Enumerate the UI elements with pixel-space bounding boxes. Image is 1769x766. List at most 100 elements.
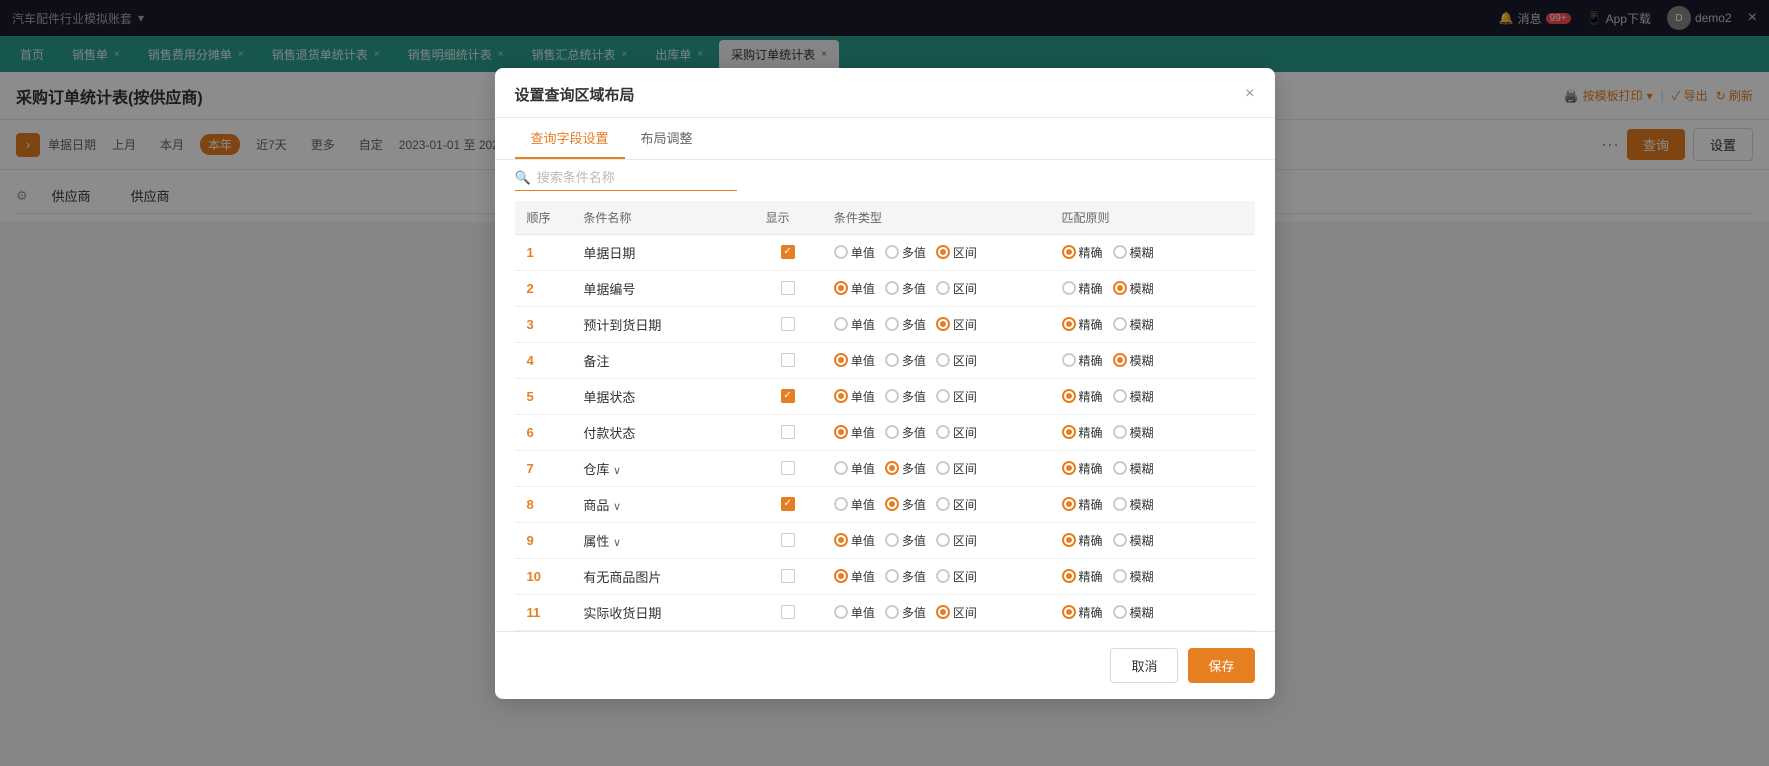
modal-tab-query-fields[interactable]: 查询字段设置	[515, 118, 625, 159]
radio-type-区间[interactable]: 区间	[936, 604, 977, 621]
radio-rule-精确[interactable]: 精确	[1062, 532, 1103, 549]
radio-type-多值[interactable]: 多值	[885, 424, 926, 441]
radio-type-区间[interactable]: 区间	[936, 352, 977, 369]
radio-type-区间[interactable]: 区间	[936, 424, 977, 441]
show-checkbox[interactable]	[781, 317, 795, 331]
cancel-button[interactable]: 取消	[1110, 648, 1178, 683]
show-checkbox[interactable]	[781, 245, 795, 259]
radio-rule-精确[interactable]: 精确	[1062, 244, 1103, 261]
row-show-checkbox[interactable]	[754, 594, 822, 630]
radio-type-多值[interactable]: 多值	[885, 316, 926, 333]
row-type-options: 单值 多值 区间	[822, 414, 1050, 450]
radio-type-单值[interactable]: 单值	[834, 424, 875, 441]
radio-type-单值[interactable]: 单值	[834, 604, 875, 621]
row-condition-name: 实际收货日期	[571, 594, 753, 630]
show-checkbox[interactable]	[781, 533, 795, 547]
radio-rule-模糊[interactable]: 模糊	[1113, 424, 1154, 441]
row-rule-options: 精确 模糊	[1050, 234, 1255, 270]
radio-type-单值[interactable]: 单值	[834, 280, 875, 297]
radio-rule-模糊[interactable]: 模糊	[1113, 532, 1154, 549]
radio-rule-精确[interactable]: 精确	[1062, 568, 1103, 585]
table-row: 7仓库 ∨ 单值 多值 区间 精确 模糊	[515, 450, 1255, 486]
expand-arrow-icon[interactable]: ∨	[613, 465, 621, 477]
radio-type-多值[interactable]: 多值	[885, 352, 926, 369]
radio-rule-精确[interactable]: 精确	[1062, 352, 1103, 369]
modal-close-button[interactable]: ×	[1245, 85, 1254, 103]
radio-rule-精确[interactable]: 精确	[1062, 424, 1103, 441]
radio-type-区间[interactable]: 区间	[936, 244, 977, 261]
radio-rule-精确[interactable]: 精确	[1062, 496, 1103, 513]
expand-arrow-icon[interactable]: ∨	[613, 501, 621, 513]
show-checkbox[interactable]	[781, 281, 795, 295]
radio-type-单值[interactable]: 单值	[834, 244, 875, 261]
row-show-checkbox[interactable]	[754, 558, 822, 594]
row-show-checkbox[interactable]	[754, 486, 822, 522]
settings-modal: 设置查询区域布局 × 查询字段设置 布局调整 🔍 顺序	[495, 68, 1275, 699]
radio-rule-模糊[interactable]: 模糊	[1113, 316, 1154, 333]
row-show-checkbox[interactable]	[754, 342, 822, 378]
row-show-checkbox[interactable]	[754, 270, 822, 306]
show-checkbox[interactable]	[781, 569, 795, 583]
radio-rule-模糊[interactable]: 模糊	[1113, 496, 1154, 513]
radio-rule-模糊[interactable]: 模糊	[1113, 568, 1154, 585]
radio-rule-精确[interactable]: 精确	[1062, 604, 1103, 621]
radio-rule-模糊[interactable]: 模糊	[1113, 244, 1154, 261]
radio-type-多值[interactable]: 多值	[885, 532, 926, 549]
radio-rule-精确[interactable]: 精确	[1062, 388, 1103, 405]
save-button[interactable]: 保存	[1188, 648, 1254, 683]
table-row: 1单据日期 单值 多值 区间 精确 模糊	[515, 234, 1255, 270]
radio-type-多值[interactable]: 多值	[885, 388, 926, 405]
row-order: 7	[515, 450, 572, 486]
show-checkbox[interactable]	[781, 389, 795, 403]
radio-type-区间[interactable]: 区间	[936, 496, 977, 513]
radio-type-单值[interactable]: 单值	[834, 316, 875, 333]
table-row: 3预计到货日期 单值 多值 区间 精确 模糊	[515, 306, 1255, 342]
search-input[interactable]	[537, 170, 737, 185]
row-show-checkbox[interactable]	[754, 522, 822, 558]
radio-rule-模糊[interactable]: 模糊	[1113, 352, 1154, 369]
radio-type-多值[interactable]: 多值	[885, 496, 926, 513]
row-condition-name: 单据状态	[571, 378, 753, 414]
expand-arrow-icon[interactable]: ∨	[613, 537, 621, 549]
row-show-checkbox[interactable]	[754, 306, 822, 342]
show-checkbox[interactable]	[781, 497, 795, 511]
row-show-checkbox[interactable]	[754, 378, 822, 414]
show-checkbox[interactable]	[781, 425, 795, 439]
row-type-options: 单值 多值 区间	[822, 486, 1050, 522]
radio-rule-模糊[interactable]: 模糊	[1113, 388, 1154, 405]
radio-type-区间[interactable]: 区间	[936, 280, 977, 297]
radio-type-多值[interactable]: 多值	[885, 568, 926, 585]
radio-type-单值[interactable]: 单值	[834, 352, 875, 369]
radio-type-多值[interactable]: 多值	[885, 280, 926, 297]
radio-type-单值[interactable]: 单值	[834, 568, 875, 585]
radio-type-区间[interactable]: 区间	[936, 532, 977, 549]
radio-type-单值[interactable]: 单值	[834, 532, 875, 549]
radio-rule-模糊[interactable]: 模糊	[1113, 604, 1154, 621]
radio-type-单值[interactable]: 单值	[834, 388, 875, 405]
radio-type-区间[interactable]: 区间	[936, 460, 977, 477]
row-show-checkbox[interactable]	[754, 234, 822, 270]
radio-type-多值[interactable]: 多值	[885, 604, 926, 621]
modal-tab-layout[interactable]: 布局调整	[625, 118, 709, 159]
radio-rule-模糊[interactable]: 模糊	[1113, 460, 1154, 477]
radio-rule-精确[interactable]: 精确	[1062, 316, 1103, 333]
radio-type-多值[interactable]: 多值	[885, 460, 926, 477]
row-show-checkbox[interactable]	[754, 450, 822, 486]
th-rule: 匹配原则	[1050, 201, 1255, 235]
row-rule-options: 精确 模糊	[1050, 378, 1255, 414]
row-type-options: 单值 多值 区间	[822, 594, 1050, 630]
show-checkbox[interactable]	[781, 605, 795, 619]
radio-rule-模糊[interactable]: 模糊	[1113, 280, 1154, 297]
show-checkbox[interactable]	[781, 353, 795, 367]
radio-rule-精确[interactable]: 精确	[1062, 460, 1103, 477]
table-row: 11实际收货日期 单值 多值 区间 精确 模糊	[515, 594, 1255, 630]
radio-type-区间[interactable]: 区间	[936, 388, 977, 405]
radio-type-单值[interactable]: 单值	[834, 496, 875, 513]
radio-type-多值[interactable]: 多值	[885, 244, 926, 261]
radio-type-单值[interactable]: 单值	[834, 460, 875, 477]
radio-type-区间[interactable]: 区间	[936, 568, 977, 585]
show-checkbox[interactable]	[781, 461, 795, 475]
row-show-checkbox[interactable]	[754, 414, 822, 450]
radio-rule-精确[interactable]: 精确	[1062, 280, 1103, 297]
radio-type-区间[interactable]: 区间	[936, 316, 977, 333]
